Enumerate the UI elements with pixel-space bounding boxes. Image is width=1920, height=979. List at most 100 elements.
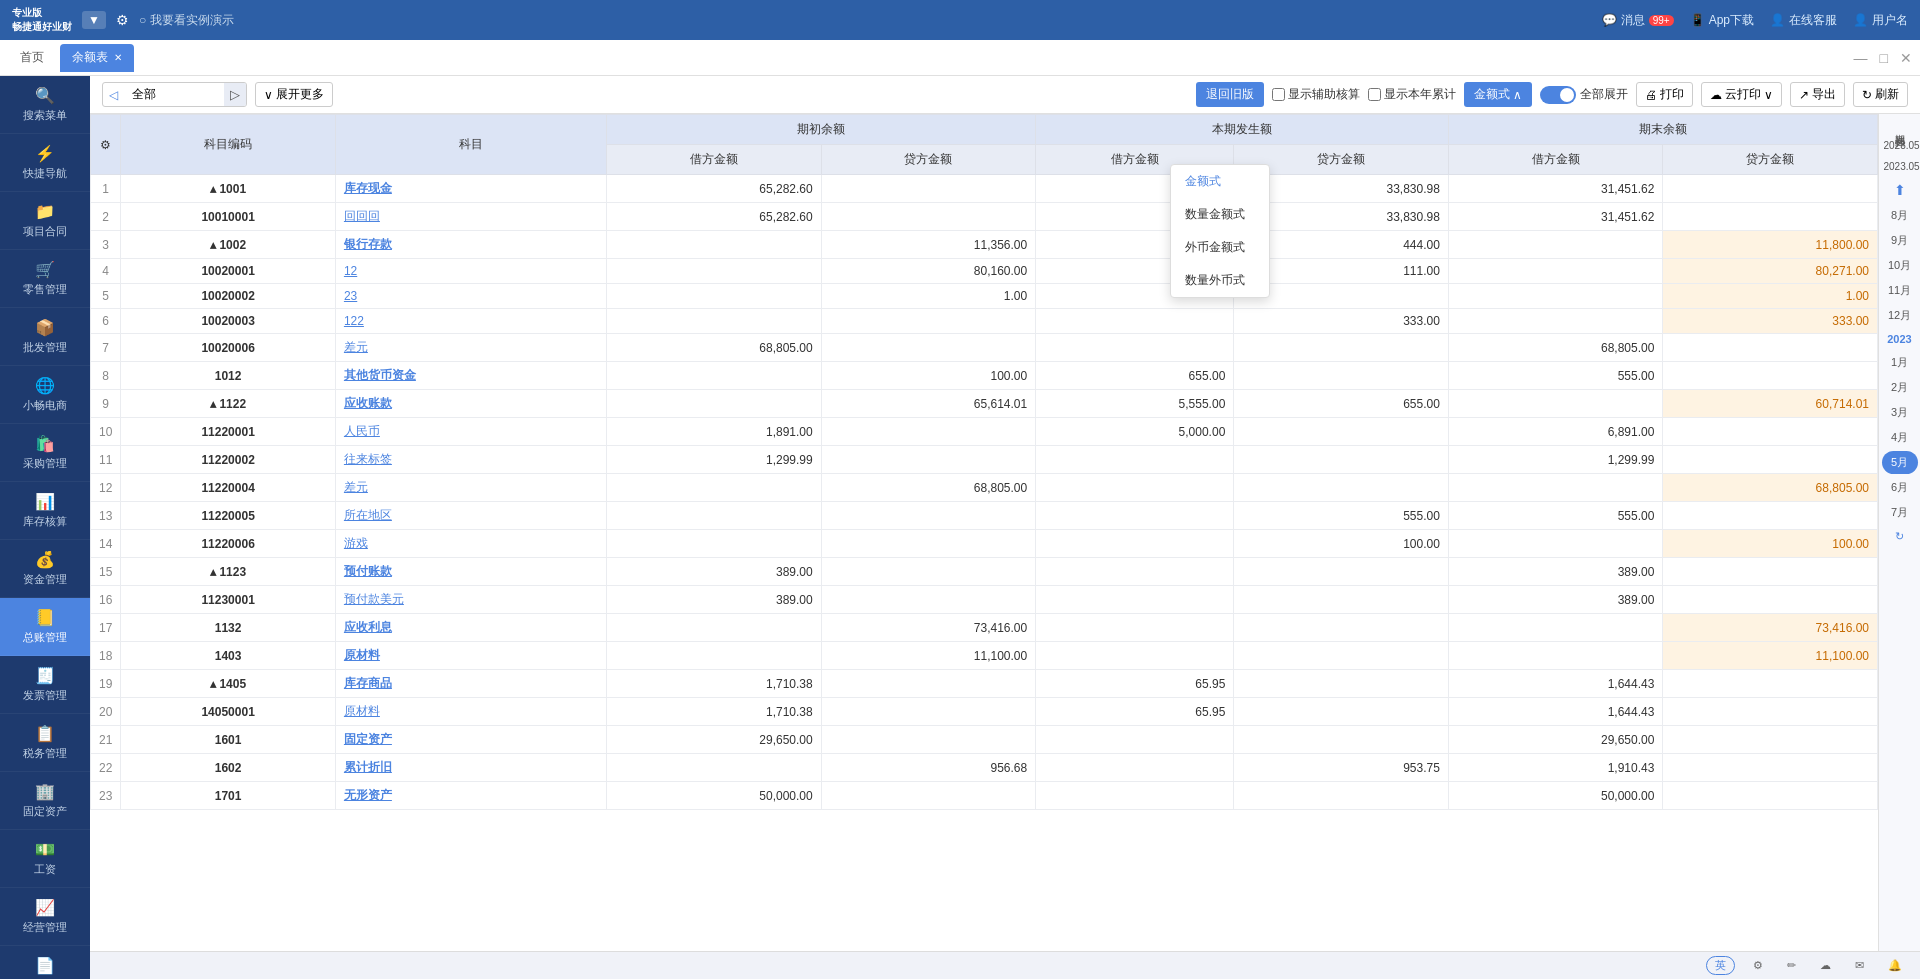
cell-code[interactable]: 1132 [121, 614, 336, 642]
cell-name[interactable]: 原材料 [335, 698, 606, 726]
tab-close-icon[interactable]: ✕ [114, 52, 122, 63]
period-2023-05-second[interactable]: 2023.05 [1882, 157, 1918, 176]
sidebar-item-project[interactable]: 📁 项目合同 [0, 192, 90, 250]
period-mar[interactable]: 3月 [1882, 401, 1918, 424]
period-jan[interactable]: 1月 [1882, 351, 1918, 374]
period-jun[interactable]: 6月 [1882, 476, 1918, 499]
toggle-track[interactable] [1540, 86, 1576, 104]
cell-code[interactable]: 1701 [121, 782, 336, 810]
dropdown-item-foreign-amount[interactable]: 外币金额式 [1171, 231, 1269, 264]
period-scroll-up[interactable]: ⬆ [1882, 178, 1918, 202]
cell-name[interactable]: 无形资产 [335, 782, 606, 810]
dropdown-item-qty-amount[interactable]: 数量金额式 [1171, 198, 1269, 231]
status-cloud[interactable]: ☁ [1814, 957, 1837, 974]
cell-name[interactable]: 游戏 [335, 530, 606, 558]
cell-code[interactable]: 10020001 [121, 259, 336, 284]
cell-name[interactable]: 回回回 [335, 203, 606, 231]
sidebar-item-search[interactable]: 🔍 搜索菜单 [0, 76, 90, 134]
export-btn[interactable]: ↗ 导出 [1790, 82, 1845, 107]
cell-code[interactable]: 10010001 [121, 203, 336, 231]
sidebar-item-invoice[interactable]: 🧾 发票管理 [0, 656, 90, 714]
cell-code[interactable]: 11220002 [121, 446, 336, 474]
cell-name[interactable]: 应收账款 [335, 390, 606, 418]
company-select[interactable]: ▼ [82, 11, 106, 29]
cell-code[interactable]: 11220004 [121, 474, 336, 502]
cell-name[interactable]: 固定资产 [335, 726, 606, 754]
cell-name[interactable]: 差元 [335, 474, 606, 502]
cell-code[interactable]: ▴ 1122 [121, 390, 336, 418]
cell-code[interactable]: 1403 [121, 642, 336, 670]
app-download-btn[interactable]: 📱 App下载 [1690, 12, 1754, 29]
message-btn[interactable]: 💬 消息 99+ [1602, 12, 1674, 29]
cell-code[interactable]: 11220006 [121, 530, 336, 558]
cell-name[interactable]: 往来标签 [335, 446, 606, 474]
period-aug[interactable]: 8月 [1882, 204, 1918, 227]
table-container[interactable]: ⚙ 科目编码 科目 期初余额 本期发生额 期末余额 借方金额 贷方金额 借方金额… [90, 114, 1878, 951]
cell-name[interactable]: 累计折旧 [335, 754, 606, 782]
search-forward-btn[interactable]: ▷ [224, 83, 246, 106]
return-old-btn[interactable]: 退回旧版 [1196, 82, 1264, 107]
window-minimize[interactable]: — [1854, 50, 1868, 66]
show-auxiliary-checkbox[interactable] [1272, 88, 1285, 101]
cell-code[interactable]: 1601 [121, 726, 336, 754]
cell-name[interactable]: 差元 [335, 334, 606, 362]
cell-name[interactable]: 12 [335, 259, 606, 284]
cell-code[interactable]: 1602 [121, 754, 336, 782]
refresh-btn[interactable]: ↻ 刷新 [1853, 82, 1908, 107]
cell-name[interactable]: 其他货币资金 [335, 362, 606, 390]
dropdown-item-amount[interactable]: 金额式 [1171, 165, 1269, 198]
cell-name[interactable]: 原材料 [335, 642, 606, 670]
sidebar-item-operations[interactable]: 📈 经营管理 [0, 888, 90, 946]
period-nov[interactable]: 11月 [1882, 279, 1918, 302]
period-apr[interactable]: 4月 [1882, 426, 1918, 449]
sidebar-item-reports[interactable]: 📄 小畅报销 [0, 946, 90, 979]
status-lang[interactable]: 英 [1706, 956, 1735, 975]
online-service-btn[interactable]: 👤 在线客服 [1770, 12, 1837, 29]
tab-balance[interactable]: 余额表 ✕ [60, 44, 134, 72]
user-avatar[interactable]: 👤 用户名 [1853, 12, 1908, 29]
search-back-icon[interactable]: ◁ [103, 88, 124, 102]
sidebar-item-quicknav[interactable]: ⚡ 快捷导航 [0, 134, 90, 192]
period-feb[interactable]: 2月 [1882, 376, 1918, 399]
cell-code[interactable]: 11230001 [121, 586, 336, 614]
period-dec[interactable]: 12月 [1882, 304, 1918, 327]
cell-name[interactable]: 23 [335, 284, 606, 309]
cell-code[interactable]: 11220005 [121, 502, 336, 530]
cell-name[interactable]: 银行存款 [335, 231, 606, 259]
tab-home[interactable]: 首页 [8, 44, 56, 72]
cell-code[interactable]: ▴ 1001 [121, 175, 336, 203]
period-year-2023[interactable]: 2023 [1882, 329, 1918, 349]
cell-name[interactable]: 所在地区 [335, 502, 606, 530]
sidebar-item-purchase[interactable]: 🛍️ 采购管理 [0, 424, 90, 482]
th-settings[interactable]: ⚙ [91, 115, 121, 175]
mode-btn[interactable]: 金额式 ∧ [1464, 82, 1532, 107]
dropdown-item-qty-foreign[interactable]: 数量外币式 [1171, 264, 1269, 297]
sidebar-item-assets[interactable]: 🏢 固定资产 [0, 772, 90, 830]
expand-more-btn[interactable]: ∨ 展开更多 [255, 82, 333, 107]
sidebar-item-payroll[interactable]: 💵 工资 [0, 830, 90, 888]
cell-code[interactable]: ▴ 1002 [121, 231, 336, 259]
cloud-print-btn[interactable]: ☁ 云打印 ∨ [1701, 82, 1782, 107]
search-input[interactable] [124, 85, 224, 105]
cell-name[interactable]: 人民币 [335, 418, 606, 446]
sidebar-item-wholesale[interactable]: 📦 批发管理 [0, 308, 90, 366]
status-settings[interactable]: ⚙ [1747, 957, 1769, 974]
cell-name[interactable]: 库存商品 [335, 670, 606, 698]
period-may[interactable]: 5月 [1882, 451, 1918, 474]
cell-code[interactable]: 11220001 [121, 418, 336, 446]
cell-code[interactable]: 1012 [121, 362, 336, 390]
status-mail[interactable]: ✉ [1849, 957, 1870, 974]
window-close[interactable]: ✕ [1900, 50, 1912, 66]
sidebar-item-accounting[interactable]: 📒 总账管理 [0, 598, 90, 656]
cell-code[interactable]: 14050001 [121, 698, 336, 726]
cell-name[interactable]: 库存现金 [335, 175, 606, 203]
cell-code[interactable]: ▴ 1405 [121, 670, 336, 698]
show-ytd-checkbox[interactable] [1368, 88, 1381, 101]
cell-code[interactable]: 10020006 [121, 334, 336, 362]
period-oct[interactable]: 10月 [1882, 254, 1918, 277]
settings-icon[interactable]: ⚙ [116, 12, 129, 28]
period-sep[interactable]: 9月 [1882, 229, 1918, 252]
status-notification[interactable]: 🔔 [1882, 957, 1908, 974]
cell-name[interactable]: 应收利息 [335, 614, 606, 642]
window-maximize[interactable]: □ [1880, 50, 1888, 66]
